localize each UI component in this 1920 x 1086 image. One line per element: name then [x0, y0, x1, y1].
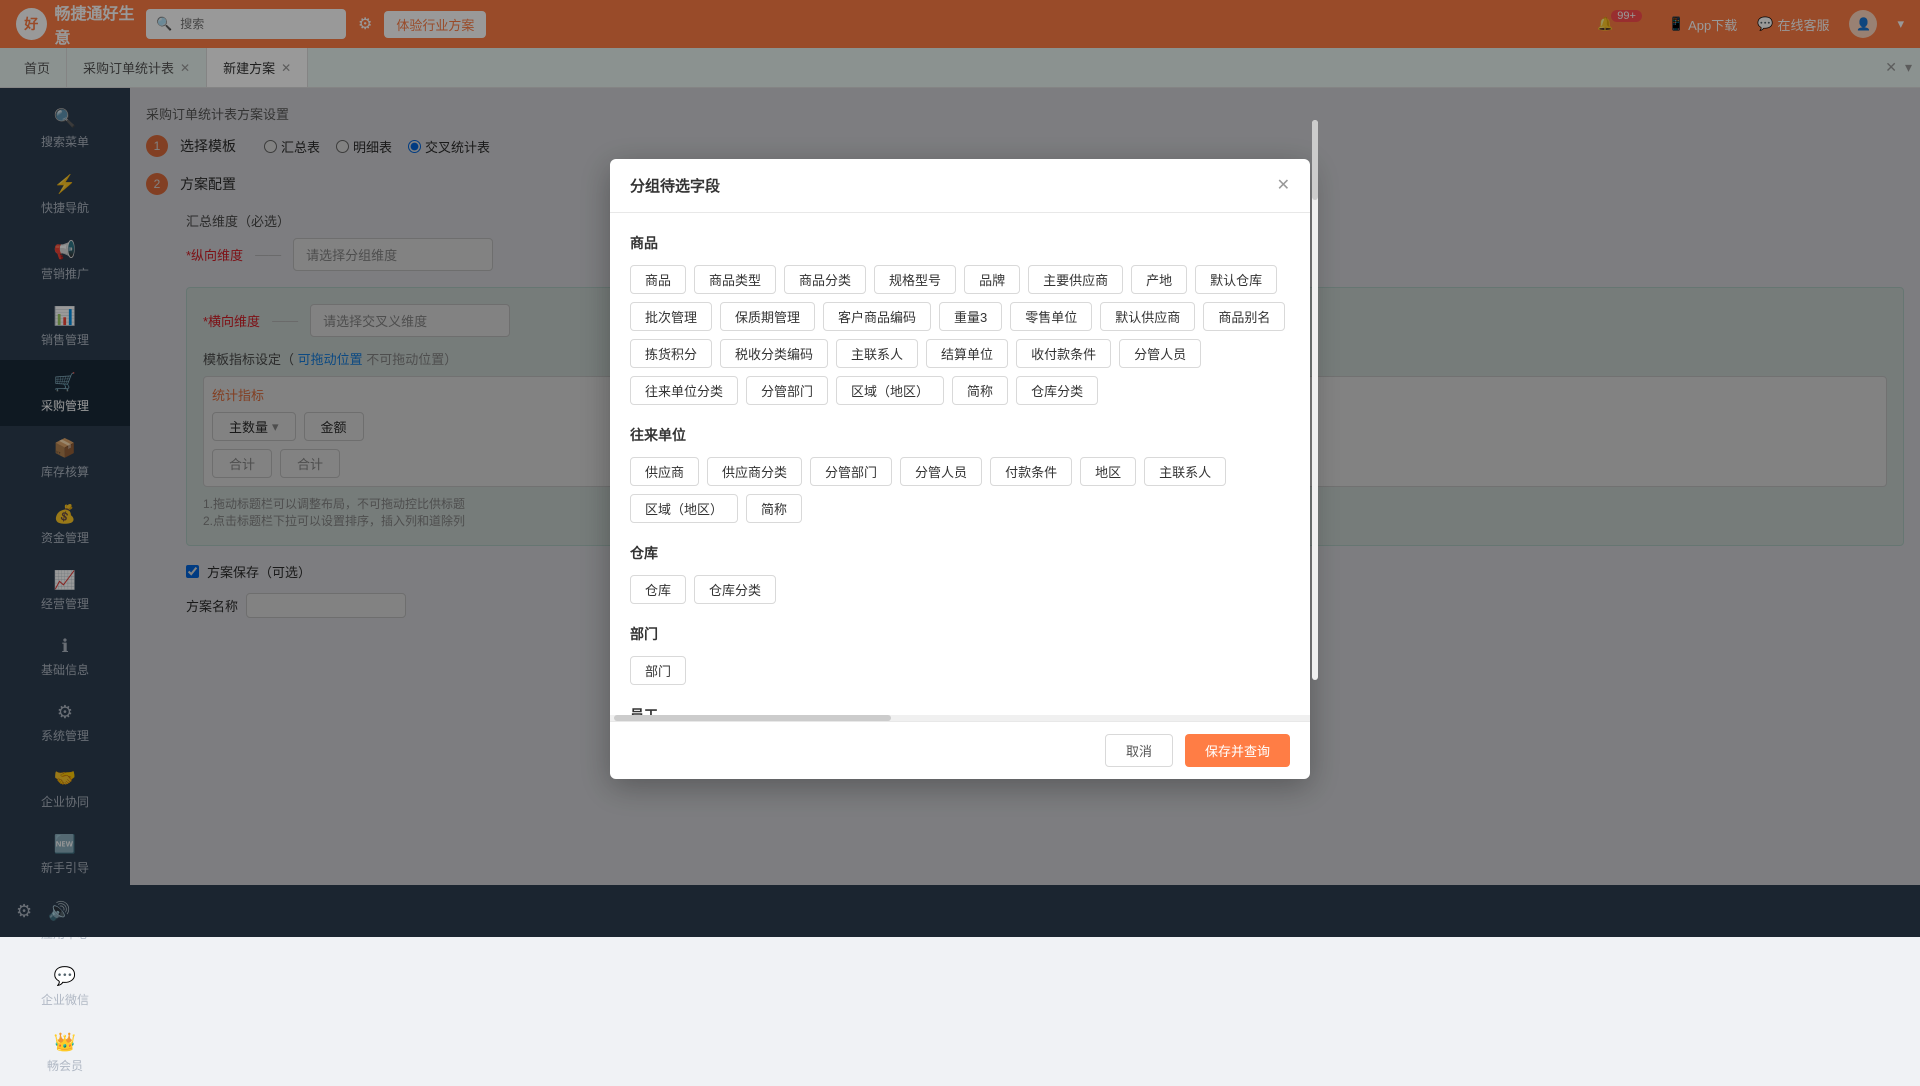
modal: 分组待选字段 ✕ 商品 商品 商品类型 商品分类 规格型号 品牌 主要供应商 产… [610, 159, 1310, 779]
sidebar-item-wechat[interactable]: 💬 企业微信 [0, 954, 130, 1020]
field-tag-short-name[interactable]: 简称 [952, 376, 1008, 405]
section-warehouse: 仓库 仓库 仓库分类 [630, 543, 1290, 604]
field-tag-area[interactable]: 地区 [1080, 457, 1136, 486]
section-partner-title: 往来单位 [630, 425, 1290, 445]
field-tag-department[interactable]: 部门 [630, 656, 686, 685]
field-tag-goods[interactable]: 商品 [630, 265, 686, 294]
field-tag-retail-unit[interactable]: 零售单位 [1010, 302, 1092, 331]
field-tag-tax-code[interactable]: 税收分类编码 [720, 339, 828, 368]
modal-body: 商品 商品 商品类型 商品分类 规格型号 品牌 主要供应商 产地 默认仓库 批次… [610, 213, 1310, 715]
field-tag-spec[interactable]: 规格型号 [874, 265, 956, 294]
field-tag-warehouse-cat[interactable]: 仓库分类 [1016, 376, 1098, 405]
cancel-button[interactable]: 取消 [1105, 734, 1173, 767]
section-goods-fields: 商品 商品类型 商品分类 规格型号 品牌 主要供应商 产地 默认仓库 批次管理 … [630, 265, 1290, 405]
field-tag-pick-points[interactable]: 拣货积分 [630, 339, 712, 368]
section-warehouse-fields: 仓库 仓库分类 [630, 575, 1290, 604]
field-tag-origin[interactable]: 产地 [1131, 265, 1187, 294]
field-tag-partner-region[interactable]: 区域（地区） [630, 494, 738, 523]
field-tag-warehouse[interactable]: 仓库 [630, 575, 686, 604]
field-tag-customer-code[interactable]: 客户商品编码 [823, 302, 931, 331]
modal-title: 分组待选字段 [630, 175, 720, 196]
sidebar-item-wechat-label: 企业微信 [41, 991, 89, 1008]
field-tag-shelf-life[interactable]: 保质期管理 [720, 302, 815, 331]
section-goods-title: 商品 [630, 233, 1290, 253]
field-tag-manager[interactable]: 分管人员 [1119, 339, 1201, 368]
wechat-icon: 💬 [54, 966, 76, 987]
section-employee-title: 员工 [630, 705, 1290, 715]
field-tag-region[interactable]: 区域（地区） [836, 376, 944, 405]
section-department: 部门 部门 [630, 624, 1290, 685]
section-department-title: 部门 [630, 624, 1290, 644]
field-tag-default-supplier[interactable]: 默认供应商 [1100, 302, 1195, 331]
modal-vscrollbar-thumb [1312, 120, 1318, 200]
modal-header: 分组待选字段 ✕ [610, 159, 1310, 213]
field-tag-partner-category[interactable]: 往来单位分类 [630, 376, 738, 405]
section-warehouse-title: 仓库 [630, 543, 1290, 563]
field-tag-goods-type[interactable]: 商品类型 [694, 265, 776, 294]
field-tag-settlement-unit[interactable]: 结算单位 [926, 339, 1008, 368]
field-tag-partner-short[interactable]: 简称 [746, 494, 802, 523]
section-employee: 员工 业务员 [630, 705, 1290, 715]
field-tag-supplier-cat[interactable]: 供应商分类 [707, 457, 802, 486]
field-tag-pay-terms[interactable]: 付款条件 [990, 457, 1072, 486]
field-tag-supplier[interactable]: 供应商 [630, 457, 699, 486]
field-tag-goods-alias[interactable]: 商品别名 [1203, 302, 1285, 331]
sidebar-item-vip-label: 畅会员 [47, 1057, 83, 1074]
vip-icon: 👑 [54, 1032, 76, 1053]
field-tag-partner-manager[interactable]: 分管人员 [900, 457, 982, 486]
field-tag-wh-category[interactable]: 仓库分类 [694, 575, 776, 604]
field-tag-dept[interactable]: 分管部门 [746, 376, 828, 405]
field-tag-partner-dept[interactable]: 分管部门 [810, 457, 892, 486]
section-department-fields: 部门 [630, 656, 1290, 685]
section-partner: 往来单位 供应商 供应商分类 分管部门 分管人员 付款条件 地区 主联系人 区域… [630, 425, 1290, 523]
field-tag-default-warehouse[interactable]: 默认仓库 [1195, 265, 1277, 294]
confirm-button[interactable]: 保存并查询 [1185, 734, 1290, 767]
modal-footer: 取消 保存并查询 [610, 721, 1310, 779]
modal-close-btn[interactable]: ✕ [1277, 175, 1290, 195]
field-tag-weight[interactable]: 重量3 [939, 302, 1002, 331]
field-tag-brand[interactable]: 品牌 [964, 265, 1020, 294]
field-tag-payment-terms[interactable]: 收付款条件 [1016, 339, 1111, 368]
field-tag-batch[interactable]: 批次管理 [630, 302, 712, 331]
section-partner-fields: 供应商 供应商分类 分管部门 分管人员 付款条件 地区 主联系人 区域（地区） … [630, 457, 1290, 523]
field-tag-main-supplier[interactable]: 主要供应商 [1028, 265, 1123, 294]
field-tag-partner-contact[interactable]: 主联系人 [1144, 457, 1226, 486]
modal-vscrollbar-track [1312, 120, 1318, 680]
field-tag-main-contact[interactable]: 主联系人 [836, 339, 918, 368]
field-tag-goods-category[interactable]: 商品分类 [784, 265, 866, 294]
section-goods: 商品 商品 商品类型 商品分类 规格型号 品牌 主要供应商 产地 默认仓库 批次… [630, 233, 1290, 405]
sidebar-item-vip[interactable]: 👑 畅会员 [0, 1020, 130, 1086]
modal-overlay: 分组待选字段 ✕ 商品 商品 商品类型 商品分类 规格型号 品牌 主要供应商 产… [0, 0, 1920, 937]
